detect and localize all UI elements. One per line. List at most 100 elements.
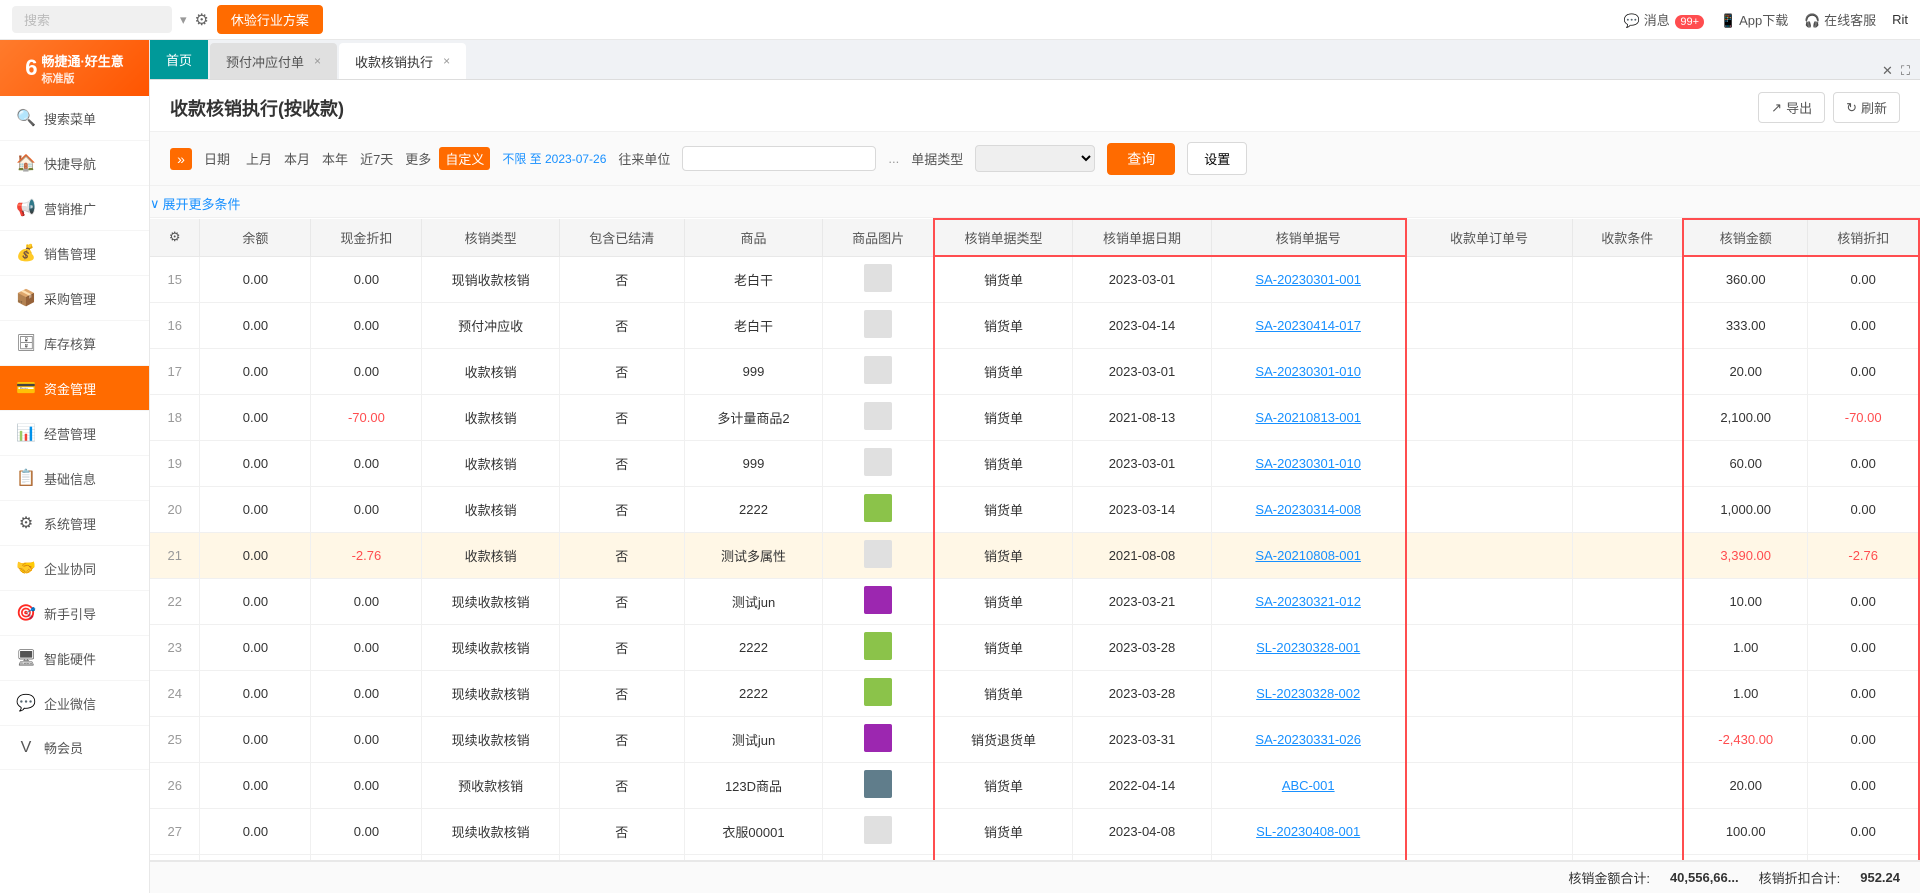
cell-verify_bill_type: 销货单 bbox=[934, 854, 1073, 860]
cell-include_settled: 否 bbox=[559, 808, 684, 854]
bill-no-link[interactable]: SA-20210808-001 bbox=[1255, 548, 1361, 563]
bill-no-link[interactable]: SA-20210813-001 bbox=[1255, 410, 1361, 425]
bill-no-link[interactable]: ABC-001 bbox=[1282, 778, 1335, 793]
cell-verify_discount: 0.00 bbox=[1808, 302, 1919, 348]
messages-btn[interactable]: 💬 消息 99+ bbox=[1624, 10, 1704, 29]
sidebar-item-basic[interactable]: 📋基础信息 bbox=[0, 456, 149, 501]
sidebar-item-purchase[interactable]: 📦采购管理 bbox=[0, 276, 149, 321]
cell-verify_bill_no[interactable]: SA-20210808-001 bbox=[1211, 532, 1405, 578]
tab-home[interactable]: 首页 bbox=[150, 40, 208, 79]
bill-no-link[interactable]: SA-20230321-012 bbox=[1255, 594, 1361, 609]
bill-no-link[interactable]: SA-20230301-010 bbox=[1255, 456, 1361, 471]
more-date-btn[interactable]: 更多 bbox=[401, 147, 435, 170]
cell-verify_bill_no[interactable]: SL-20230408-001 bbox=[1211, 808, 1405, 854]
table-row: 270.000.00现续收款核销否衣服00001销货单2023-04-08SL-… bbox=[150, 808, 1919, 854]
close-icon[interactable]: ✕ bbox=[1882, 63, 1893, 79]
cell-verify_bill_type: 销货单 bbox=[934, 624, 1073, 670]
footer-verify-amount-label: 核销金额合计: bbox=[1568, 868, 1650, 887]
refresh-button[interactable]: ↻ 刷新 bbox=[1833, 92, 1900, 123]
cell-verify_bill_no[interactable]: SA-20230314-008 bbox=[1211, 486, 1405, 532]
bill-no-link[interactable]: SA-20230314-008 bbox=[1255, 502, 1361, 517]
tab-prepay[interactable]: 预付冲应付单× bbox=[210, 43, 337, 79]
topbar-gear-icon[interactable]: ⚙ bbox=[195, 10, 209, 30]
sidebar-icon-inventory: 🗄 bbox=[16, 333, 36, 353]
company-input[interactable] bbox=[682, 146, 876, 171]
cell-verify_bill_no[interactable]: SA-20210813-001 bbox=[1211, 394, 1405, 440]
topbar-search[interactable]: 搜索 bbox=[12, 6, 172, 33]
sidebar-item-smart[interactable]: 🖥智能硬件 bbox=[0, 636, 149, 681]
cell-verify_bill_type: 销货单 bbox=[934, 532, 1073, 578]
sidebar-item-enterprise[interactable]: 🤝企业协同 bbox=[0, 546, 149, 591]
receipt-type-select[interactable] bbox=[975, 145, 1095, 172]
cell-verify_bill_no[interactable]: SA-20230301-010 bbox=[1211, 440, 1405, 486]
cell-verify_amount: 2,100.00 bbox=[1683, 394, 1808, 440]
this-month-btn[interactable]: 本月 bbox=[280, 147, 314, 170]
cell-verify_amount: 20.00 bbox=[1683, 762, 1808, 808]
cell-verify_discount: 0.00 bbox=[1808, 808, 1919, 854]
sidebar-item-operation[interactable]: 📊经营管理 bbox=[0, 411, 149, 456]
col-header-verify_bill_date: 核销单据日期 bbox=[1073, 219, 1212, 256]
cell-include_settled: 否 bbox=[559, 624, 684, 670]
bill-no-link[interactable]: SA-20230414-017 bbox=[1255, 318, 1361, 333]
cell-verify_bill_no[interactable]: SA-20230331-026 bbox=[1211, 716, 1405, 762]
export-button[interactable]: ↗ 导出 bbox=[1758, 92, 1825, 123]
cell-product_img bbox=[823, 624, 934, 670]
sidebar-item-sales[interactable]: 💰销售管理 bbox=[0, 231, 149, 276]
cell-verify_amount: 1,000.00 bbox=[1683, 486, 1808, 532]
sidebar-item-member[interactable]: V畅会员 bbox=[0, 726, 149, 770]
cell-verify_discount: 0.00 bbox=[1808, 624, 1919, 670]
sidebar-item-search[interactable]: 🔍搜索菜单 bbox=[0, 96, 149, 141]
cell-verify_bill_no[interactable]: SL-20230418-001 bbox=[1211, 854, 1405, 860]
tab-close-prepay[interactable]: × bbox=[314, 54, 321, 68]
cell-verify_bill_no[interactable]: SL-20230328-002 bbox=[1211, 670, 1405, 716]
bill-no-link[interactable]: SL-20230408-001 bbox=[1256, 824, 1360, 839]
custom-date-btn[interactable]: 自定义 bbox=[439, 147, 490, 170]
page-actions: ↗ 导出 ↻ 刷新 bbox=[1758, 92, 1900, 123]
tab-close-collection[interactable]: × bbox=[443, 54, 450, 68]
user-label[interactable]: Rit bbox=[1892, 12, 1908, 27]
sidebar-item-inventory[interactable]: 🗄库存核算 bbox=[0, 321, 149, 366]
cell-include_settled: 否 bbox=[559, 302, 684, 348]
sidebar-item-guide[interactable]: 🎯新手引导 bbox=[0, 591, 149, 636]
cell-verify_bill_no[interactable]: SA-20230301-001 bbox=[1211, 256, 1405, 302]
tab-collection[interactable]: 收款核销执行× bbox=[339, 43, 466, 79]
query-button[interactable]: 查询 bbox=[1107, 143, 1175, 175]
cell-verify_bill_date: 2023-03-28 bbox=[1073, 624, 1212, 670]
bill-no-link[interactable]: SA-20230301-010 bbox=[1255, 364, 1361, 379]
online-service-btn[interactable]: 🎧 在线客服 bbox=[1804, 10, 1876, 29]
cell-verify_bill_no[interactable]: ABC-001 bbox=[1211, 762, 1405, 808]
sidebar-item-system[interactable]: ⚙系统管理 bbox=[0, 501, 149, 546]
cell-verify_bill_no[interactable]: SA-20230414-017 bbox=[1211, 302, 1405, 348]
expand-icon[interactable]: ⛶ bbox=[1901, 63, 1910, 79]
setting-button[interactable]: 设置 bbox=[1187, 142, 1247, 175]
cell-receipt_order_no bbox=[1406, 808, 1572, 854]
cell-settings: 20 bbox=[150, 486, 200, 532]
bill-no-link[interactable]: SL-20230328-002 bbox=[1256, 686, 1360, 701]
cell-include_settled: 否 bbox=[559, 256, 684, 302]
cell-verify_discount: 0.00 bbox=[1808, 578, 1919, 624]
bill-no-link[interactable]: SL-20230328-001 bbox=[1256, 640, 1360, 655]
page-header: 收款核销执行(按收款) ↗ 导出 ↻ 刷新 bbox=[150, 80, 1920, 132]
expand-more-btn[interactable]: ∨ 展开更多条件 bbox=[150, 194, 1920, 213]
solution-button[interactable]: 休验行业方案 bbox=[217, 5, 323, 34]
sidebar-item-wechat[interactable]: 💬企业微信 bbox=[0, 681, 149, 726]
filter-expand-button[interactable]: » bbox=[170, 148, 192, 170]
cell-verify_bill_no[interactable]: SA-20230301-010 bbox=[1211, 348, 1405, 394]
app-download-btn[interactable]: 📱 App下载 bbox=[1720, 10, 1788, 29]
page: 收款核销执行(按收款) ↗ 导出 ↻ 刷新 » 日期 上月 bbox=[150, 80, 1920, 893]
table-row: 260.000.00预收款核销否123D商品销货单2022-04-14ABC-0… bbox=[150, 762, 1919, 808]
last-month-btn[interactable]: 上月 bbox=[242, 147, 276, 170]
cell-cash_discount: 0.00 bbox=[311, 854, 422, 860]
cell-verify_discount: 0.00 bbox=[1808, 670, 1919, 716]
cell-verify_bill_no[interactable]: SL-20230328-001 bbox=[1211, 624, 1405, 670]
cell-verify_bill_no[interactable]: SA-20230321-012 bbox=[1211, 578, 1405, 624]
bill-no-link[interactable]: SA-20230331-026 bbox=[1255, 732, 1361, 747]
sidebar-item-marketing[interactable]: 📢营销推广 bbox=[0, 186, 149, 231]
cell-verify_bill_type: 销货单 bbox=[934, 394, 1073, 440]
sidebar-item-finance[interactable]: 💳资金管理 bbox=[0, 366, 149, 411]
sidebar-item-shortcut[interactable]: 🏠快捷导航 bbox=[0, 141, 149, 186]
cell-verify_bill_type: 销货单 bbox=[934, 440, 1073, 486]
last7days-btn[interactable]: 近7天 bbox=[356, 147, 397, 170]
bill-no-link[interactable]: SA-20230301-001 bbox=[1255, 272, 1361, 287]
this-year-btn[interactable]: 本年 bbox=[318, 147, 352, 170]
